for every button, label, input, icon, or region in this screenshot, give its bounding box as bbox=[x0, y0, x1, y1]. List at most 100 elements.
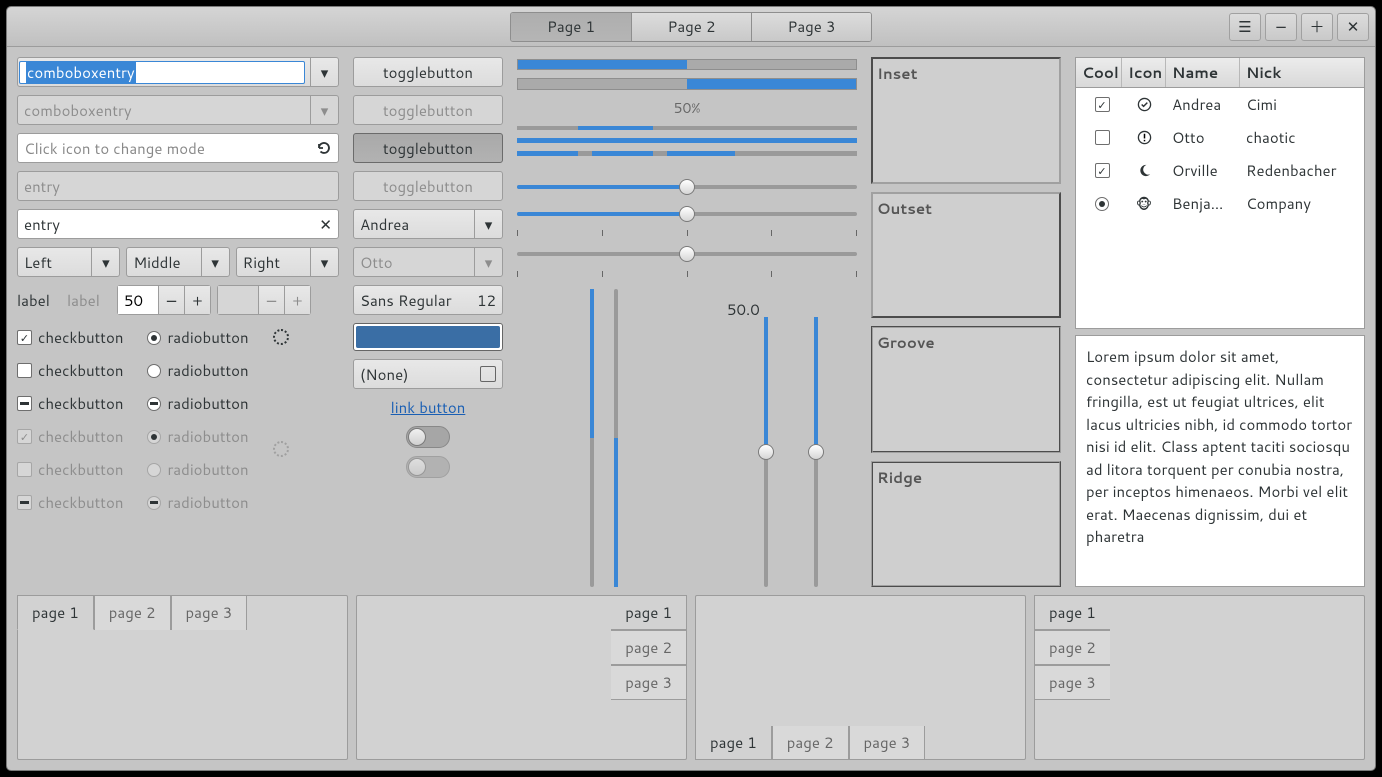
togglebutton-disabled: togglebutton bbox=[353, 95, 503, 125]
spin-minus-disabled: − bbox=[258, 286, 284, 314]
color-button[interactable] bbox=[353, 323, 503, 351]
checkbutton-checked-disabled: checkbutton bbox=[17, 426, 123, 447]
row-nick: Company bbox=[1240, 191, 1358, 216]
minimize-icon: − bbox=[1275, 16, 1288, 37]
chevron-down-icon[interactable]: ▾ bbox=[310, 58, 338, 86]
tab-page-1[interactable]: Page 1 bbox=[511, 13, 631, 41]
vscale-1[interactable] bbox=[757, 317, 775, 587]
checkbox-icon[interactable] bbox=[1095, 97, 1110, 112]
table-row[interactable]: 🐵Benja…Company bbox=[1076, 187, 1364, 220]
checkbox-icon[interactable] bbox=[1095, 163, 1110, 178]
combo-middle[interactable]: Middle▾ bbox=[126, 247, 229, 277]
link-button[interactable]: link button bbox=[353, 397, 503, 418]
togglebutton-1[interactable]: togglebutton bbox=[353, 57, 503, 87]
spin-button[interactable]: − + bbox=[117, 285, 211, 315]
radiobutton-unchecked[interactable]: radiobutton bbox=[147, 360, 248, 381]
nb4-tab-1[interactable]: page 1 bbox=[1034, 595, 1110, 630]
row-nick: Cimi bbox=[1240, 92, 1358, 117]
radiobutton-checked[interactable]: radiobutton bbox=[147, 327, 248, 348]
spinner-icon-disabled bbox=[273, 441, 289, 457]
col-header-cool[interactable]: Cool bbox=[1076, 58, 1122, 87]
progressbar-segmented bbox=[517, 151, 857, 156]
nb3-tab-1[interactable]: page 1 bbox=[695, 726, 772, 760]
vscale-bar-1[interactable] bbox=[583, 289, 601, 587]
checkbox-icon[interactable] bbox=[1095, 130, 1110, 145]
nb4-tab-2[interactable]: page 2 bbox=[1034, 630, 1110, 665]
nb3-tab-3[interactable]: page 3 bbox=[849, 726, 926, 760]
combo-andrea[interactable]: Andrea▾ bbox=[353, 209, 503, 239]
spin-input[interactable] bbox=[118, 286, 158, 314]
table-row[interactable]: AndreaCimi bbox=[1076, 88, 1364, 121]
vscale-2[interactable] bbox=[807, 317, 825, 587]
app-window: Page 1 Page 2 Page 3 ☰ − ＋ ✕ comboboxent… bbox=[6, 6, 1376, 771]
minimize-button[interactable]: − bbox=[1265, 13, 1297, 41]
spin-plus[interactable]: + bbox=[184, 286, 210, 314]
row-icon bbox=[1122, 95, 1166, 114]
open-folder-icon[interactable] bbox=[480, 366, 496, 382]
maximize-button[interactable]: ＋ bbox=[1301, 13, 1333, 41]
chevron-down-icon[interactable]: ▾ bbox=[474, 210, 502, 238]
frame-outset: Outset bbox=[871, 192, 1061, 319]
close-button[interactable]: ✕ bbox=[1337, 13, 1369, 41]
text-view[interactable]: Lorem ipsum dolor sit amet, consectetur … bbox=[1075, 335, 1365, 587]
vscale-bar-2[interactable] bbox=[607, 289, 625, 587]
frame-ridge: Ridge bbox=[871, 461, 1061, 588]
combobox-entry-editable[interactable]: comboboxentry ▾ bbox=[17, 57, 339, 87]
nb2-tab-2[interactable]: page 2 bbox=[611, 630, 687, 665]
switch-off[interactable] bbox=[406, 426, 450, 448]
row-nick: Redenbacher bbox=[1240, 158, 1358, 183]
scale-horizontal-marks[interactable] bbox=[517, 244, 857, 263]
tree-view[interactable]: Cool Icon Name Nick AndreaCimiOttochaoti… bbox=[1075, 57, 1365, 329]
chevron-down-icon[interactable]: ▾ bbox=[201, 248, 229, 276]
entry-with-clear[interactable]: entry ✕ bbox=[17, 209, 339, 239]
mode-entry[interactable]: Click icon to change mode bbox=[17, 133, 339, 163]
combobox-entry-text: comboboxentry bbox=[26, 62, 136, 83]
ranges-column: 50% 50.0 bbox=[517, 57, 857, 587]
row-icon bbox=[1122, 128, 1166, 147]
chevron-down-icon[interactable]: ▾ bbox=[310, 248, 338, 276]
scale-horizontal-2[interactable] bbox=[517, 204, 857, 223]
font-button[interactable]: Sans Regular 12 bbox=[353, 285, 503, 315]
tab-page-2[interactable]: Page 2 bbox=[631, 13, 751, 41]
chevron-down-icon[interactable]: ▾ bbox=[91, 248, 119, 276]
nb2-tab-3[interactable]: page 3 bbox=[611, 665, 687, 700]
nb1-tab-3[interactable]: page 3 bbox=[171, 595, 248, 630]
togglebutton-active[interactable]: togglebutton bbox=[353, 133, 503, 163]
combobox-entry-disabled: comboboxentry ▾ bbox=[17, 95, 339, 125]
spin-minus[interactable]: − bbox=[158, 286, 184, 314]
checkbutton-checked[interactable]: checkbutton bbox=[17, 327, 123, 348]
page-switcher: Page 1 Page 2 Page 3 bbox=[510, 12, 872, 42]
nb1-tab-2[interactable]: page 2 bbox=[94, 595, 171, 630]
combo-right[interactable]: Right▾ bbox=[236, 247, 339, 277]
combo-otto-disabled: Otto▾ bbox=[353, 247, 503, 277]
refresh-icon[interactable] bbox=[316, 140, 332, 156]
combo-left[interactable]: Left▾ bbox=[17, 247, 120, 277]
notebook-top-tabs: page 1 page 2 page 3 bbox=[17, 595, 348, 760]
nb4-tab-3[interactable]: page 3 bbox=[1034, 665, 1110, 700]
clear-icon[interactable]: ✕ bbox=[319, 214, 332, 235]
row-name: Andrea bbox=[1166, 92, 1240, 117]
progressbar-1 bbox=[517, 59, 857, 70]
scale-horizontal-1[interactable] bbox=[517, 177, 857, 196]
nb1-tab-1[interactable]: page 1 bbox=[17, 595, 94, 630]
spin-input-disabled bbox=[218, 286, 258, 314]
hamburger-menu-button[interactable]: ☰ bbox=[1229, 13, 1261, 41]
checkbutton-mixed[interactable]: checkbutton bbox=[17, 393, 123, 414]
col-header-nick[interactable]: Nick bbox=[1240, 58, 1364, 87]
frame-groove: Groove bbox=[871, 326, 1061, 453]
tab-page-3[interactable]: Page 3 bbox=[751, 13, 871, 41]
nb3-tab-2[interactable]: page 2 bbox=[772, 726, 849, 760]
radio-icon[interactable] bbox=[1095, 197, 1109, 211]
checkbutton-unchecked[interactable]: checkbutton bbox=[17, 360, 123, 381]
progress-text: 50% bbox=[517, 98, 857, 118]
radiobutton-mixed[interactable]: radiobutton bbox=[147, 393, 248, 414]
table-row[interactable]: Ottochaotic bbox=[1076, 121, 1364, 154]
table-row[interactable]: OrvilleRedenbacher bbox=[1076, 154, 1364, 187]
col-header-icon[interactable]: Icon bbox=[1122, 58, 1166, 87]
combo-otto-text: Otto bbox=[354, 252, 470, 273]
file-chooser-button[interactable]: (None) bbox=[353, 359, 503, 389]
color-swatch bbox=[356, 326, 500, 348]
col-header-name[interactable]: Name bbox=[1166, 58, 1240, 87]
chevron-down-icon: ▾ bbox=[310, 96, 338, 124]
nb2-tab-1[interactable]: page 1 bbox=[611, 595, 687, 630]
